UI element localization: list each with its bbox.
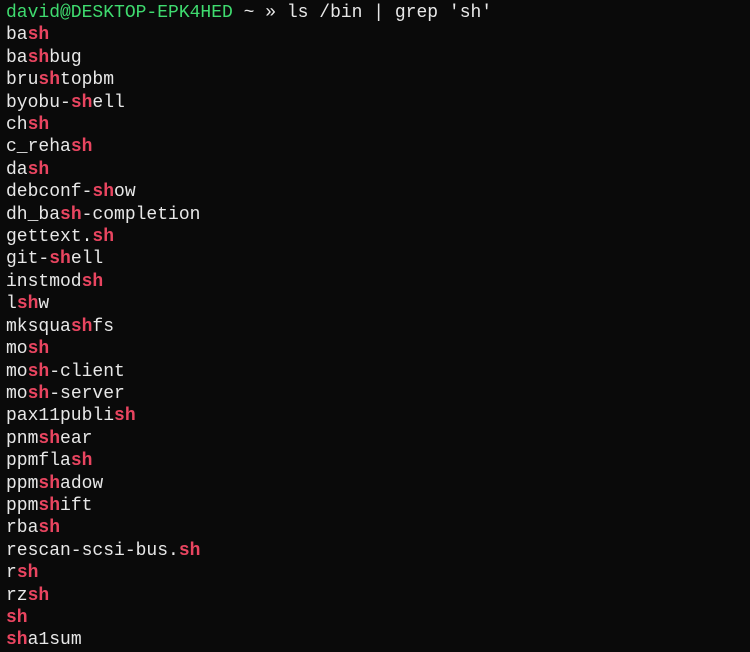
- output-line: debconf-show: [6, 181, 744, 203]
- grep-match: sh: [28, 115, 50, 135]
- grep-match: sh: [71, 451, 93, 471]
- terminal[interactable]: david@DESKTOP-EPK4HED ~ » ls /bin | grep…: [6, 2, 744, 652]
- grep-match: sh: [28, 160, 50, 180]
- output-line: rzsh: [6, 585, 744, 607]
- output-line: ppmshift: [6, 495, 744, 517]
- grep-match: sh: [114, 406, 136, 426]
- grep-match: sh: [71, 317, 93, 337]
- grep-match: sh: [71, 93, 93, 113]
- grep-match: sh: [71, 137, 93, 157]
- output-line: mosh-server: [6, 383, 744, 405]
- output-line: chsh: [6, 114, 744, 136]
- grep-match: sh: [38, 518, 60, 538]
- grep-match: sh: [60, 205, 82, 225]
- prompt-tilde: ~: [233, 3, 265, 23]
- grep-match: sh: [28, 25, 50, 45]
- grep-match: sh: [17, 294, 39, 314]
- grep-match: sh: [38, 429, 60, 449]
- prompt-line: david@DESKTOP-EPK4HED ~ » ls /bin | grep…: [6, 2, 744, 24]
- grep-match: sh: [28, 384, 50, 404]
- grep-match: sh: [49, 249, 71, 269]
- output-line: mosh: [6, 338, 744, 360]
- output-line: git-shell: [6, 248, 744, 270]
- output-line: byobu-shell: [6, 92, 744, 114]
- grep-match: sh: [28, 362, 50, 382]
- output-line: brushtopbm: [6, 69, 744, 91]
- grep-match: sh: [17, 563, 39, 583]
- terminal-output: bashbashbugbrushtopbmbyobu-shellchshc_re…: [6, 24, 744, 651]
- grep-match: sh: [6, 608, 28, 628]
- grep-match: sh: [6, 630, 28, 650]
- prompt-user: david@DESKTOP-EPK4HED: [6, 3, 233, 23]
- output-line: sh: [6, 607, 744, 629]
- grep-match: sh: [38, 70, 60, 90]
- output-line: rescan-scsi-bus.sh: [6, 540, 744, 562]
- grep-match: sh: [82, 272, 104, 292]
- output-line: pax11publish: [6, 405, 744, 427]
- prompt-command: ls /bin | grep 'sh': [287, 3, 492, 23]
- grep-match: sh: [92, 227, 114, 247]
- grep-match: sh: [38, 496, 60, 516]
- output-line: bashbug: [6, 47, 744, 69]
- output-line: ppmflash: [6, 450, 744, 472]
- grep-match: sh: [28, 586, 50, 606]
- prompt-arrow: »: [265, 3, 287, 23]
- output-line: ppmshadow: [6, 473, 744, 495]
- output-line: mksquashfs: [6, 316, 744, 338]
- grep-match: sh: [28, 48, 50, 68]
- output-line: mosh-client: [6, 361, 744, 383]
- output-line: rsh: [6, 562, 744, 584]
- output-line: sha1sum: [6, 629, 744, 651]
- output-line: gettext.sh: [6, 226, 744, 248]
- output-line: pnmshear: [6, 428, 744, 450]
- output-line: rbash: [6, 517, 744, 539]
- output-line: bash: [6, 24, 744, 46]
- output-line: dash: [6, 159, 744, 181]
- output-line: instmodsh: [6, 271, 744, 293]
- grep-match: sh: [28, 339, 50, 359]
- output-line: c_rehash: [6, 136, 744, 158]
- grep-match: sh: [92, 182, 114, 202]
- grep-match: sh: [179, 541, 201, 561]
- grep-match: sh: [38, 474, 60, 494]
- output-line: dh_bash-completion: [6, 204, 744, 226]
- output-line: lshw: [6, 293, 744, 315]
